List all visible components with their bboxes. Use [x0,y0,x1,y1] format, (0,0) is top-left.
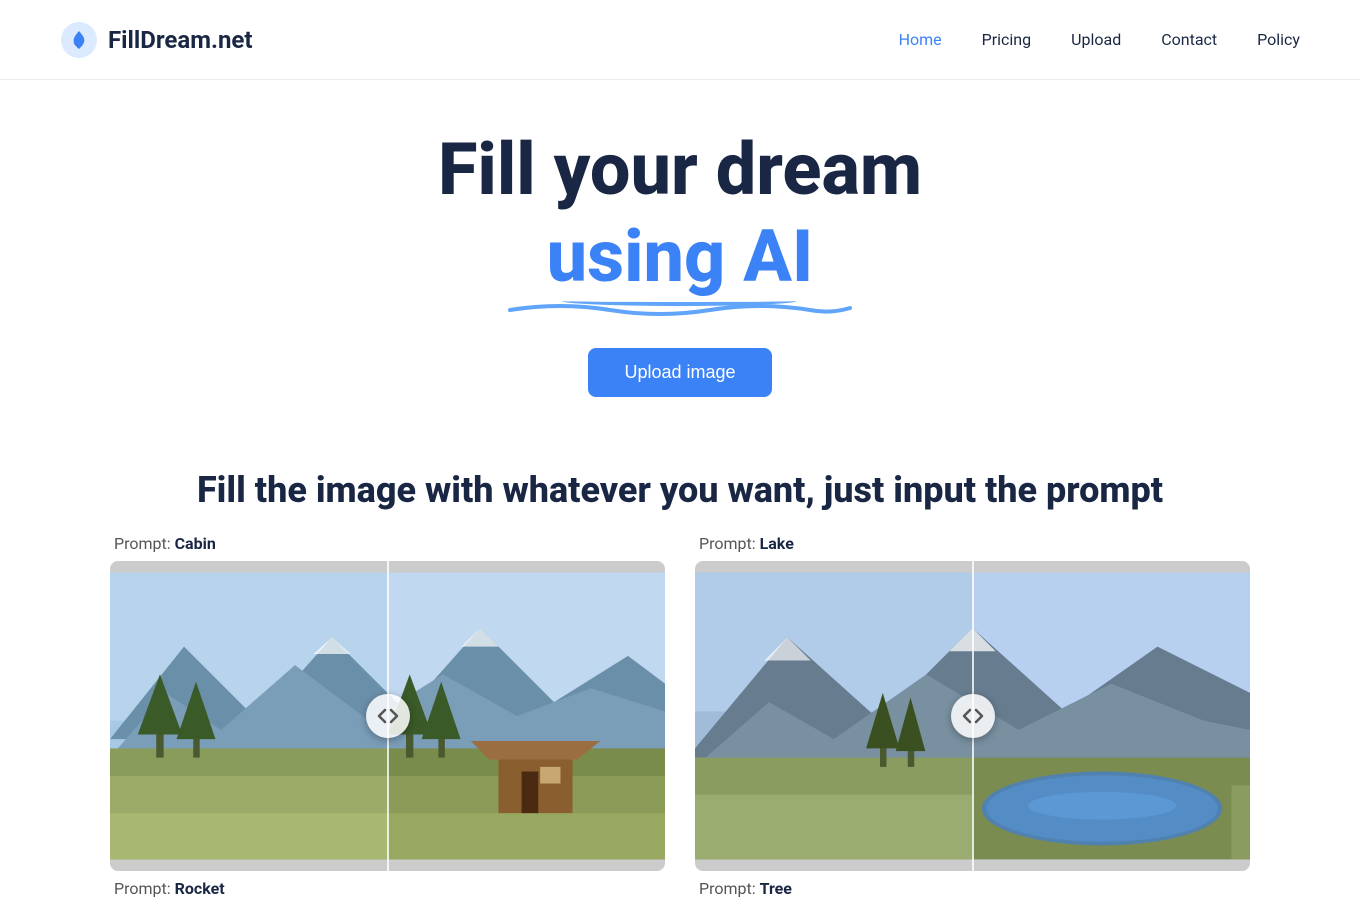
bottom-prompt-2: Prompt: Tree [695,879,1250,898]
nav-pricing[interactable]: Pricing [982,30,1032,49]
logo-icon [60,21,98,59]
nav-upload[interactable]: Upload [1071,30,1121,49]
hero-title-line2: using AI [547,217,814,296]
main-nav: Home Pricing Upload Contact Policy [899,30,1300,49]
prompt-label-2: Prompt: Lake [695,534,1250,553]
bottom-prompt-1: Prompt: Rocket [110,879,665,898]
example-item-1: Prompt: Cabin [110,534,665,871]
bottom-prompt-value-1: Rocket [175,879,225,898]
section-heading: Fill the image with whatever you want, j… [20,467,1340,514]
nav-home[interactable]: Home [899,30,942,49]
hero-title-line1: Fill your dream [20,130,1340,209]
logo: FillDream.net [60,21,252,59]
header: FillDream.net Home Pricing Upload Contac… [0,0,1360,80]
image-compare-2[interactable] [695,561,1250,871]
nav-policy[interactable]: Policy [1257,30,1300,49]
bottom-prompt-value-2: Tree [760,879,792,898]
prompt-value-2: Lake [760,534,794,553]
image-compare-1[interactable] [110,561,665,871]
examples-grid: Prompt: Cabin [80,534,1280,898]
logo-text: FillDream.net [108,26,252,54]
example-item-2: Prompt: Lake [695,534,1250,871]
nav-contact[interactable]: Contact [1161,30,1217,49]
hero-section: Fill your dream using AI Upload image [0,80,1360,427]
prompt-label-1: Prompt: Cabin [110,534,665,553]
prompt-value-1: Cabin [175,534,216,553]
upload-image-button[interactable]: Upload image [588,348,771,397]
